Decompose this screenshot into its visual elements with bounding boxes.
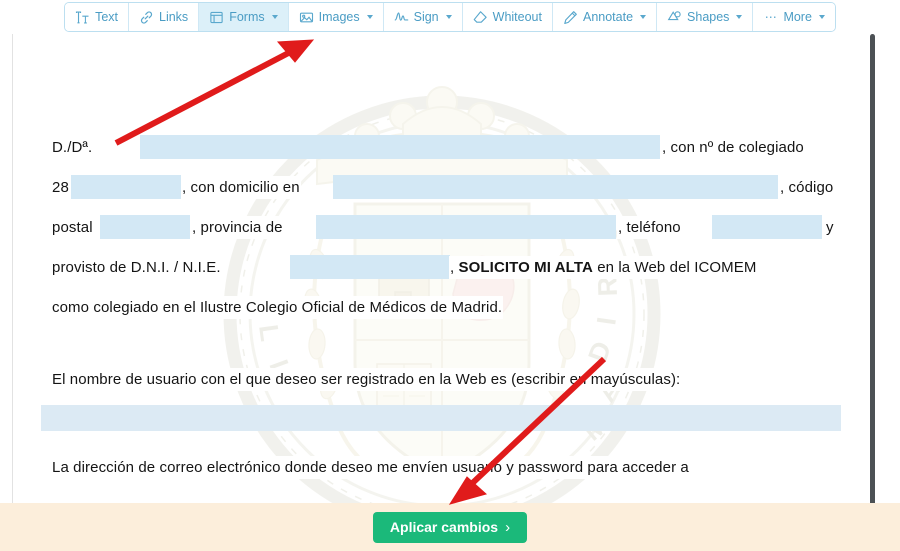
ellipsis-icon: ⋯ [764, 10, 778, 24]
doc-line-1a: D./Dª. [51, 136, 94, 159]
document-text-layer: D./Dª. , con nº de colegiado 28 , con do… [13, 34, 870, 551]
toolbar-button-sign[interactable]: Sign [383, 3, 463, 31]
toolbar-button-sign-label: Sign [413, 9, 439, 24]
doc-line-1b: , con nº de colegiado [661, 136, 805, 159]
scrollbar-thumb[interactable] [870, 34, 875, 514]
toolbar-button-links[interactable]: Links [129, 3, 200, 31]
link-icon [139, 10, 154, 25]
doc-line-7: La dirección de correo electrónico donde… [51, 456, 690, 479]
sign-icon [394, 10, 409, 25]
chevron-down-icon [445, 15, 452, 19]
toolbar-button-images-label: Images [318, 9, 360, 24]
doc-line-3b: , provincia de [191, 216, 284, 239]
chevron-down-icon [736, 15, 743, 19]
form-field-provincia[interactable] [316, 215, 616, 239]
toolbar-button-images[interactable]: Images [288, 3, 384, 31]
form-field-num-colegiado[interactable] [71, 175, 181, 199]
toolbar-button-whiteout[interactable]: Whiteout [462, 3, 553, 31]
toolbar-button-annotate-label: Annotate [582, 9, 634, 24]
toolbar-button-text-label: Text [95, 9, 118, 24]
doc-line-4b: , SOLICITO MI ALTA en la Web del ICOMEM [449, 256, 758, 279]
toolbar-button-annotate[interactable]: Annotate [552, 3, 658, 31]
svg-text:D: D [582, 337, 617, 366]
doc-line-6: El nombre de usuario con el que deseo se… [51, 368, 682, 391]
svg-text:I: I [263, 356, 294, 373]
chevron-down-icon [366, 15, 373, 19]
doc-line-3c: , teléfono [617, 216, 682, 239]
chevron-down-icon [640, 15, 647, 19]
doc-line-2b: , con domicilio en [181, 176, 301, 199]
svg-text:I: I [591, 315, 622, 327]
toolbar-container: Text Links Forms Images Sign Whiteout An… [0, 0, 900, 34]
svg-text:R: R [592, 276, 623, 297]
svg-text:A: A [591, 374, 627, 407]
apply-changes-label: Aplicar cambios [389, 519, 499, 535]
toolbar-button-more-label: More [783, 9, 812, 24]
toolbar-button-links-label: Links [159, 9, 189, 24]
chevron-down-icon [271, 15, 278, 19]
toolbar-button-text[interactable]: Text [65, 3, 129, 31]
chevron-down-icon [818, 15, 825, 19]
bottom-action-bar: Aplicar cambios › [0, 503, 900, 551]
apply-changes-button[interactable]: Aplicar cambios › [372, 511, 528, 543]
toolbar-button-shapes[interactable]: Shapes [657, 3, 754, 31]
doc-line-5: como colegiado en el Ilustre Colegio Ofi… [51, 296, 504, 319]
document-page: D I R I L U A M D./Dª. [12, 34, 870, 551]
form-field-codigo-postal[interactable] [100, 215, 190, 239]
doc-line-3d: y [825, 216, 835, 239]
form-field-nombre[interactable] [140, 135, 660, 159]
form-field-dni[interactable] [290, 255, 450, 279]
shapes-icon [667, 10, 682, 25]
toolbar-button-forms[interactable]: Forms [199, 3, 289, 31]
text-icon [75, 10, 90, 25]
svg-text:L: L [253, 323, 285, 344]
eraser-icon [473, 10, 488, 25]
form-field-domicilio[interactable] [333, 175, 778, 199]
editor-toolbar: Text Links Forms Images Sign Whiteout An… [64, 2, 836, 32]
chevron-right-icon: › [505, 518, 511, 536]
doc-line-4a: provisto de D.N.I. / N.I.E. [51, 256, 222, 279]
form-field-usuario[interactable] [41, 405, 841, 431]
toolbar-button-more[interactable]: ⋯ More [753, 3, 835, 31]
pen-icon [563, 10, 578, 25]
pdf-editor-window: Text Links Forms Images Sign Whiteout An… [0, 0, 900, 551]
doc-line-3a: postal [51, 216, 94, 239]
toolbar-button-forms-label: Forms [229, 9, 265, 24]
forms-icon [209, 10, 224, 25]
vertical-scrollbar[interactable] [869, 34, 876, 551]
doc-line-2a: 28 [51, 176, 70, 199]
toolbar-button-shapes-label: Shapes [687, 9, 730, 24]
toolbar-button-whiteout-label: Whiteout [492, 9, 542, 24]
svg-text:U: U [250, 296, 281, 317]
form-field-telefono[interactable] [712, 215, 822, 239]
doc-line-2c: , código [779, 176, 835, 199]
image-icon [299, 10, 314, 25]
